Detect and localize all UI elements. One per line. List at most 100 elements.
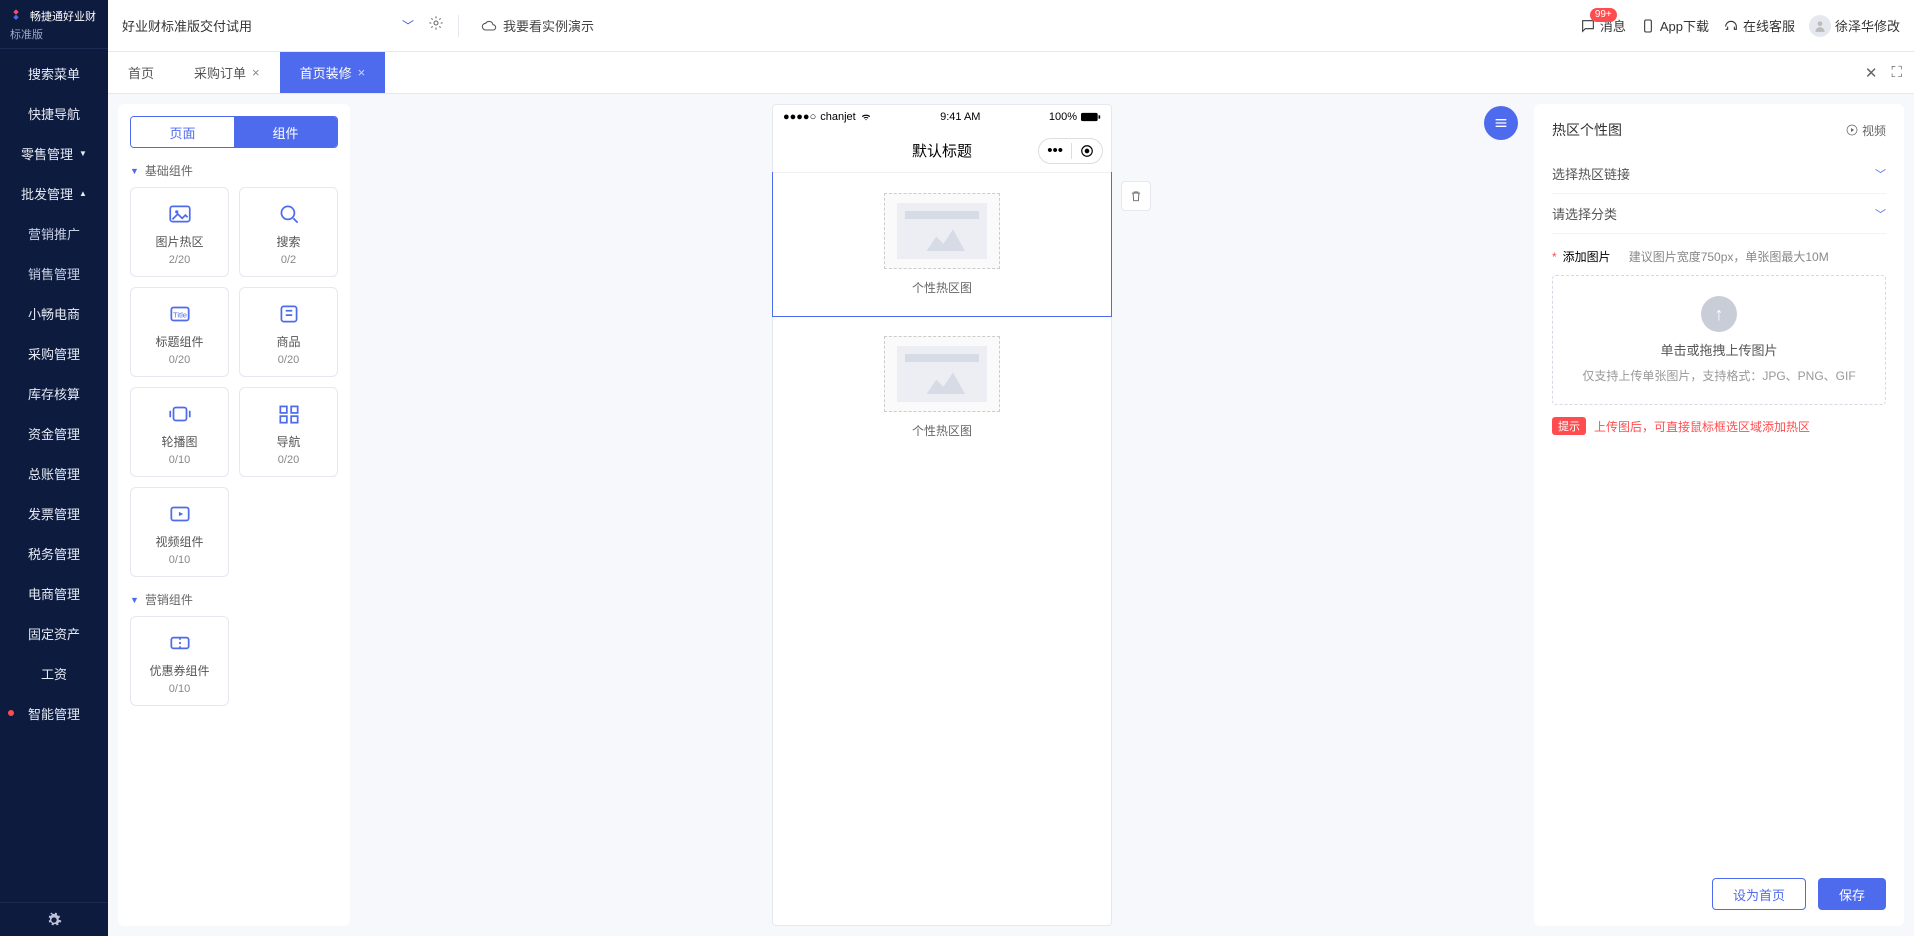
card-count: 0/2 — [281, 254, 296, 266]
sidebar-item[interactable]: 电商管理 — [0, 573, 108, 613]
more-icon: ••• — [1047, 142, 1063, 159]
sidebar-item[interactable]: 批发管理 — [0, 173, 108, 213]
battery-icon — [1081, 112, 1101, 122]
sidebar-nav: 搜索菜单快捷导航零售管理批发管理营销推广销售管理小畅电商采购管理库存核算资金管理… — [0, 49, 108, 902]
app-download-button[interactable]: App下载 — [1640, 16, 1709, 35]
close-icon[interactable]: × — [252, 65, 260, 80]
card-label: 标题组件 — [155, 333, 203, 350]
component-card-title[interactable]: Title标题组件0/20 — [130, 287, 229, 377]
badge: 99+ — [1590, 8, 1617, 22]
sidebar-item[interactable]: 总账管理 — [0, 453, 108, 493]
video-help-link[interactable]: 视频 — [1846, 122, 1886, 139]
sidebar-subitem[interactable]: 销售管理 — [0, 253, 108, 293]
hotzone-link-select[interactable]: 选择热区链接 ﹀ — [1552, 154, 1886, 194]
close-all-tabs[interactable]: ✕ — [1865, 64, 1878, 82]
category-select[interactable]: 请选择分类 ﹀ — [1552, 194, 1886, 234]
fullscreen-button[interactable]: ⛶ — [1891, 64, 1902, 81]
tab[interactable]: 首页装修× — [280, 52, 386, 93]
sidebar-item[interactable]: 零售管理 — [0, 133, 108, 173]
phone-icon — [1640, 18, 1656, 34]
nav-icon — [274, 399, 304, 429]
card-label: 视频组件 — [155, 533, 203, 550]
chevron-down-icon: ﹀ — [1875, 166, 1886, 182]
phone-preview: ●●●●○ chanjet 9:41 AM 100% 默认标题 — [772, 104, 1112, 926]
miniapp-capsule[interactable]: ••• — [1038, 138, 1103, 164]
add-image-hint: 建议图片宽度750px，单张图最大10M — [1629, 248, 1829, 265]
phone-statusbar: ●●●●○ chanjet 9:41 AM 100% — [773, 105, 1111, 129]
card-label: 图片热区 — [155, 233, 203, 250]
app-title[interactable]: 好业财标准版交付试用 ﹀ — [122, 16, 414, 35]
sidebar-subitem[interactable]: 营销推广 — [0, 213, 108, 253]
card-count: 0/20 — [278, 454, 299, 466]
component-card-goods[interactable]: 商品0/20 — [239, 287, 338, 377]
sidebar-item[interactable]: 快捷导航 — [0, 93, 108, 133]
component-card-carousel[interactable]: 轮播图0/10 — [130, 387, 229, 477]
block-label: 个性热区图 — [912, 422, 972, 439]
demo-button[interactable]: 我要看实例演示 — [481, 16, 594, 35]
add-image-label: 添加图片 — [1563, 250, 1611, 264]
tab[interactable]: 首页 — [108, 52, 174, 93]
properties-title: 热区个性图 — [1552, 120, 1622, 140]
username: 徐泽华修改 — [1835, 16, 1900, 35]
sidebar-item[interactable]: 发票管理 — [0, 493, 108, 533]
component-card-nav[interactable]: 导航0/20 — [239, 387, 338, 477]
tab[interactable]: 采购订单× — [174, 52, 280, 93]
card-count: 0/10 — [169, 683, 190, 695]
component-card-coupon[interactable]: 优惠券组件 0/10 — [130, 616, 229, 706]
upload-subtitle: 仅支持上传单张图片，支持格式：JPG、PNG、GIF — [1582, 367, 1855, 384]
sidebar-item[interactable]: 库存核算 — [0, 373, 108, 413]
canvas-block-2[interactable]: 个性热区图 — [773, 316, 1111, 459]
canvas-menu-fab[interactable] — [1484, 106, 1518, 140]
segment-component[interactable]: 组件 — [234, 117, 337, 147]
card-label: 商品 — [276, 333, 300, 350]
gear-icon — [46, 912, 62, 928]
card-count: 2/20 — [169, 254, 190, 266]
canvas-block-1[interactable]: 个性热区图 — [772, 172, 1112, 317]
sidebar-item[interactable]: 智能管理 — [0, 693, 108, 733]
sidebar-item[interactable]: 资金管理 — [0, 413, 108, 453]
sidebar-item[interactable]: 搜索菜单 — [0, 53, 108, 93]
component-card-image[interactable]: 图片热区 2/20 — [130, 187, 229, 277]
messages-button[interactable]: 99+ 消息 — [1580, 16, 1626, 35]
image-placeholder — [884, 193, 1000, 269]
component-card-video[interactable]: 视频组件0/10 — [130, 487, 229, 577]
group-basic[interactable]: 基础组件 — [130, 162, 338, 179]
upload-icon: ↑ — [1701, 296, 1737, 332]
tip-row: 提示 上传图后，可直接鼠标框选区域添加热区 — [1552, 417, 1886, 435]
upload-title: 单击或拖拽上传图片 — [1660, 340, 1777, 359]
logo-icon — [8, 8, 24, 24]
brand-name: 畅捷通好业财 — [30, 8, 96, 24]
save-button[interactable]: 保存 — [1818, 878, 1886, 910]
app-download-label: App下载 — [1660, 16, 1709, 35]
group-marketing[interactable]: 营销组件 — [130, 591, 338, 608]
sidebar-item[interactable]: 固定资产 — [0, 613, 108, 653]
divider — [458, 15, 459, 37]
sidebar-item[interactable]: 采购管理 — [0, 333, 108, 373]
sidebar-item[interactable]: 税务管理 — [0, 533, 108, 573]
goods-icon — [274, 299, 304, 329]
phone-title: 默认标题 — [912, 140, 972, 161]
close-icon[interactable]: × — [358, 65, 366, 80]
support-button[interactable]: 在线客服 — [1723, 16, 1795, 35]
sidebar-item[interactable]: 小畅电商 — [0, 293, 108, 333]
topbar: 好业财标准版交付试用 ﹀ 我要看实例演示 99+ 消息 App下载 — [108, 0, 1914, 52]
brand-logo: 畅捷通好业财 — [0, 0, 108, 26]
delete-block-button[interactable] — [1121, 181, 1151, 211]
sidebar-settings[interactable] — [0, 902, 108, 936]
settings-button[interactable] — [428, 15, 444, 36]
set-home-button[interactable]: 设为首页 — [1712, 878, 1806, 910]
upload-dropzone[interactable]: ↑ 单击或拖拽上传图片 仅支持上传单张图片，支持格式：JPG、PNG、GIF — [1552, 275, 1886, 405]
sidebar-item[interactable]: 工资 — [0, 653, 108, 693]
link-label: 选择热区链接 — [1552, 164, 1630, 183]
brand-edition: 标准版 — [0, 26, 108, 49]
segment-page[interactable]: 页面 — [131, 117, 234, 147]
card-label: 优惠券组件 — [149, 662, 209, 679]
image-icon — [165, 199, 195, 229]
play-icon — [1846, 124, 1858, 136]
tabbar: 首页采购订单×首页装修× ✕ ⛶ — [108, 52, 1914, 94]
card-count: 0/10 — [169, 454, 190, 466]
segment-control: 页面 组件 — [130, 116, 338, 148]
component-card-search[interactable]: 搜索0/2 — [239, 187, 338, 277]
carousel-icon — [165, 399, 195, 429]
user-menu[interactable]: 徐泽华修改 — [1809, 15, 1900, 37]
